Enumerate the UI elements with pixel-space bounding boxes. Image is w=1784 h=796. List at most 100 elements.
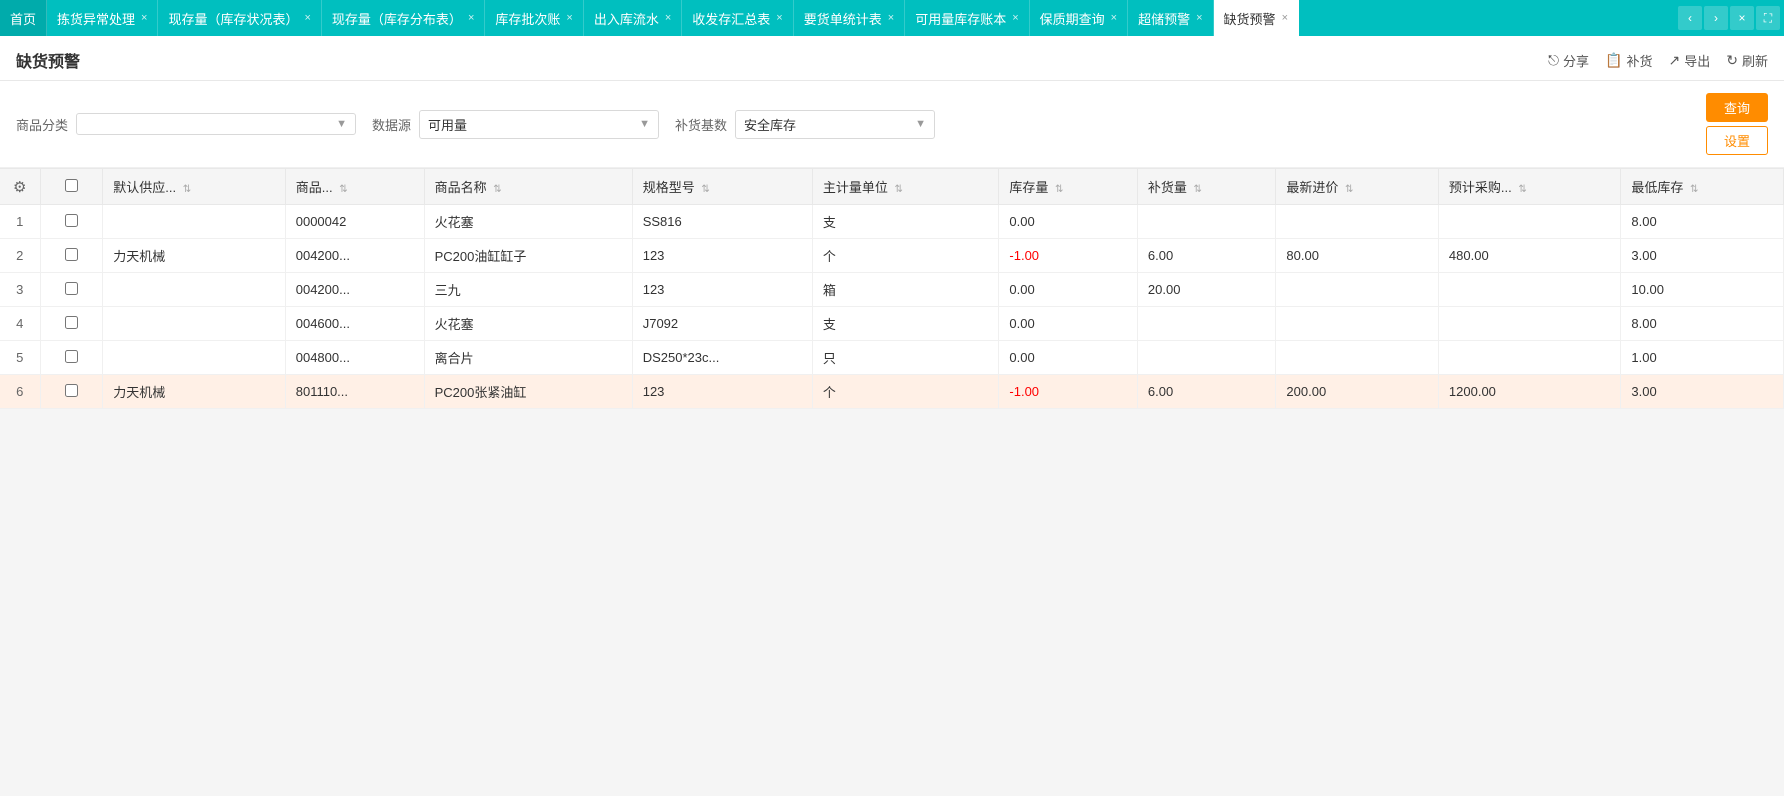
cell-checkbox-2[interactable] [40, 273, 103, 307]
cell-stock-1: -1.00 [999, 239, 1138, 273]
cell-checkbox-3[interactable] [40, 307, 103, 341]
th-settings[interactable]: ⚙ [0, 169, 40, 205]
cell-min-stock-2: 10.00 [1621, 273, 1784, 307]
cell-supplier-4 [103, 341, 285, 375]
datasource-label: 数据源 [372, 115, 411, 134]
nav-tab-8[interactable]: 可用量库存账本 × [905, 0, 1029, 36]
export-button[interactable]: ↗ 导出 [1669, 51, 1711, 70]
select-all-checkbox[interactable] [65, 179, 78, 192]
cell-latest-price-3 [1276, 307, 1439, 341]
sort-restock-icon: ⇅ [1194, 184, 1202, 195]
close-tab-3-icon[interactable]: × [468, 12, 474, 24]
cell-latest-price-0 [1276, 205, 1439, 239]
cell-code-0: 0000042 [285, 205, 424, 239]
nav-close-button[interactable]: × [1730, 6, 1754, 30]
row-checkbox-2[interactable] [65, 282, 78, 295]
cell-restock-2: 20.00 [1137, 273, 1276, 307]
cell-code-2: 004200... [285, 273, 424, 307]
restock-select[interactable]: 安全库存 ▼ [735, 110, 935, 139]
cell-code-3: 004600... [285, 307, 424, 341]
nav-tab-10[interactable]: 超储预警 × [1128, 0, 1213, 36]
cell-supplier-0 [103, 205, 285, 239]
close-tab-8-icon[interactable]: × [1012, 12, 1018, 24]
cell-checkbox-5[interactable] [40, 375, 103, 409]
nav-tab-4[interactable]: 库存批次账 × [485, 0, 583, 36]
share-button[interactable]: ⎋ 分享 [1548, 51, 1589, 70]
restock-button[interactable]: 📋 补货 [1605, 51, 1652, 70]
row-checkbox-1[interactable] [65, 248, 78, 261]
th-spec[interactable]: 规格型号 ⇅ [632, 169, 812, 205]
close-tab-6-icon[interactable]: × [776, 12, 782, 24]
row-checkbox-0[interactable] [65, 214, 78, 227]
settings-button[interactable]: 设置 [1706, 126, 1768, 155]
sort-code-icon: ⇅ [339, 184, 347, 195]
cell-checkbox-0[interactable] [40, 205, 103, 239]
nav-tab-5[interactable]: 出入库流水 × [584, 0, 682, 36]
close-tab-10-icon[interactable]: × [1196, 12, 1202, 24]
table-row: 5 004800... 离合片 DS250*23c... 只 0.00 1.00 [0, 341, 1784, 375]
header-actions: ⎋ 分享 📋 补货 ↗ 导出 ↻ 刷新 [1548, 51, 1768, 70]
nav-prev-button[interactable]: ‹ [1678, 6, 1702, 30]
cell-est-purchase-4 [1438, 341, 1620, 375]
cell-latest-price-1: 80.00 [1276, 239, 1439, 273]
th-checkbox [40, 169, 103, 205]
cell-restock-3 [1137, 307, 1276, 341]
close-tab-4-icon[interactable]: × [566, 12, 572, 24]
th-name[interactable]: 商品名称 ⇅ [424, 169, 632, 205]
nav-tab-9[interactable]: 保质期查询 × [1030, 0, 1128, 36]
nav-tab-3[interactable]: 现存量（库存分布表） × [322, 0, 485, 36]
cell-spec-5: 123 [632, 375, 812, 409]
restock-chevron-icon: ▼ [915, 118, 926, 130]
cell-stock-2: 0.00 [999, 273, 1138, 307]
close-tab-11-icon[interactable]: × [1282, 12, 1288, 24]
table-row: 1 0000042 火花塞 SS816 支 0.00 8.00 [0, 205, 1784, 239]
nav-next-button[interactable]: › [1704, 6, 1728, 30]
query-button[interactable]: 查询 [1706, 93, 1768, 122]
sort-supplier-icon: ⇅ [183, 184, 191, 195]
datasource-select-value: 可用量 [428, 115, 467, 134]
cell-checkbox-1[interactable] [40, 239, 103, 273]
filter-row: 商品分类 ▼ 数据源 可用量 ▼ 补货基数 安全库存 ▼ 查询 设置 [0, 81, 1784, 168]
cell-min-stock-3: 8.00 [1621, 307, 1784, 341]
nav-tab-7[interactable]: 要货单统计表 × [794, 0, 905, 36]
refresh-button[interactable]: ↻ 刷新 [1726, 51, 1768, 70]
datasource-select[interactable]: 可用量 ▼ [419, 110, 659, 139]
restock-icon: 📋 [1605, 52, 1622, 69]
cell-restock-0 [1137, 205, 1276, 239]
th-stock[interactable]: 库存量 ⇅ [999, 169, 1138, 205]
cell-num-0: 1 [0, 205, 40, 239]
th-unit[interactable]: 主计量单位 ⇅ [812, 169, 999, 205]
th-est-purchase[interactable]: 预计采购... ⇅ [1438, 169, 1620, 205]
th-restock[interactable]: 补货量 ⇅ [1137, 169, 1276, 205]
th-code[interactable]: 商品... ⇅ [285, 169, 424, 205]
nav-tab-2[interactable]: 现存量（库存状况表） × [158, 0, 321, 36]
table-header-row: ⚙ 默认供应... ⇅ 商品... ⇅ 商品名称 ⇅ [0, 169, 1784, 205]
category-select[interactable]: ▼ [76, 113, 356, 135]
cell-supplier-5: 力天机械 [103, 375, 285, 409]
share-icon: ⎋ [1548, 52, 1559, 69]
row-checkbox-3[interactable] [65, 316, 78, 329]
row-checkbox-5[interactable] [65, 384, 78, 397]
cell-num-5: 6 [0, 375, 40, 409]
cell-restock-5: 6.00 [1137, 375, 1276, 409]
nav-tab-11[interactable]: 缺货预警 × [1214, 0, 1299, 36]
close-tab-9-icon[interactable]: × [1111, 12, 1117, 24]
th-supplier[interactable]: 默认供应... ⇅ [103, 169, 285, 205]
close-tab-2-icon[interactable]: × [304, 12, 310, 24]
nav-fullscreen-button[interactable]: ⛶ [1756, 6, 1780, 30]
th-latest-price[interactable]: 最新进价 ⇅ [1276, 169, 1439, 205]
nav-tab-1[interactable]: 拣货异常处理 × [47, 0, 158, 36]
close-tab-1-icon[interactable]: × [141, 12, 147, 24]
th-min-stock[interactable]: 最低库存 ⇅ [1621, 169, 1784, 205]
close-tab-7-icon[interactable]: × [888, 12, 894, 24]
table-settings-gear-icon[interactable]: ⚙ [13, 179, 26, 196]
nav-tab-6[interactable]: 收发存汇总表 × [682, 0, 793, 36]
cell-latest-price-2 [1276, 273, 1439, 307]
restock-filter-group: 补货基数 安全库存 ▼ [675, 110, 935, 139]
close-tab-5-icon[interactable]: × [665, 12, 671, 24]
nav-tab-home[interactable]: 首页 [0, 0, 47, 36]
cell-checkbox-4[interactable] [40, 341, 103, 375]
row-checkbox-4[interactable] [65, 350, 78, 363]
cell-unit-1: 个 [812, 239, 999, 273]
sort-est-purchase-icon: ⇅ [1518, 184, 1526, 195]
